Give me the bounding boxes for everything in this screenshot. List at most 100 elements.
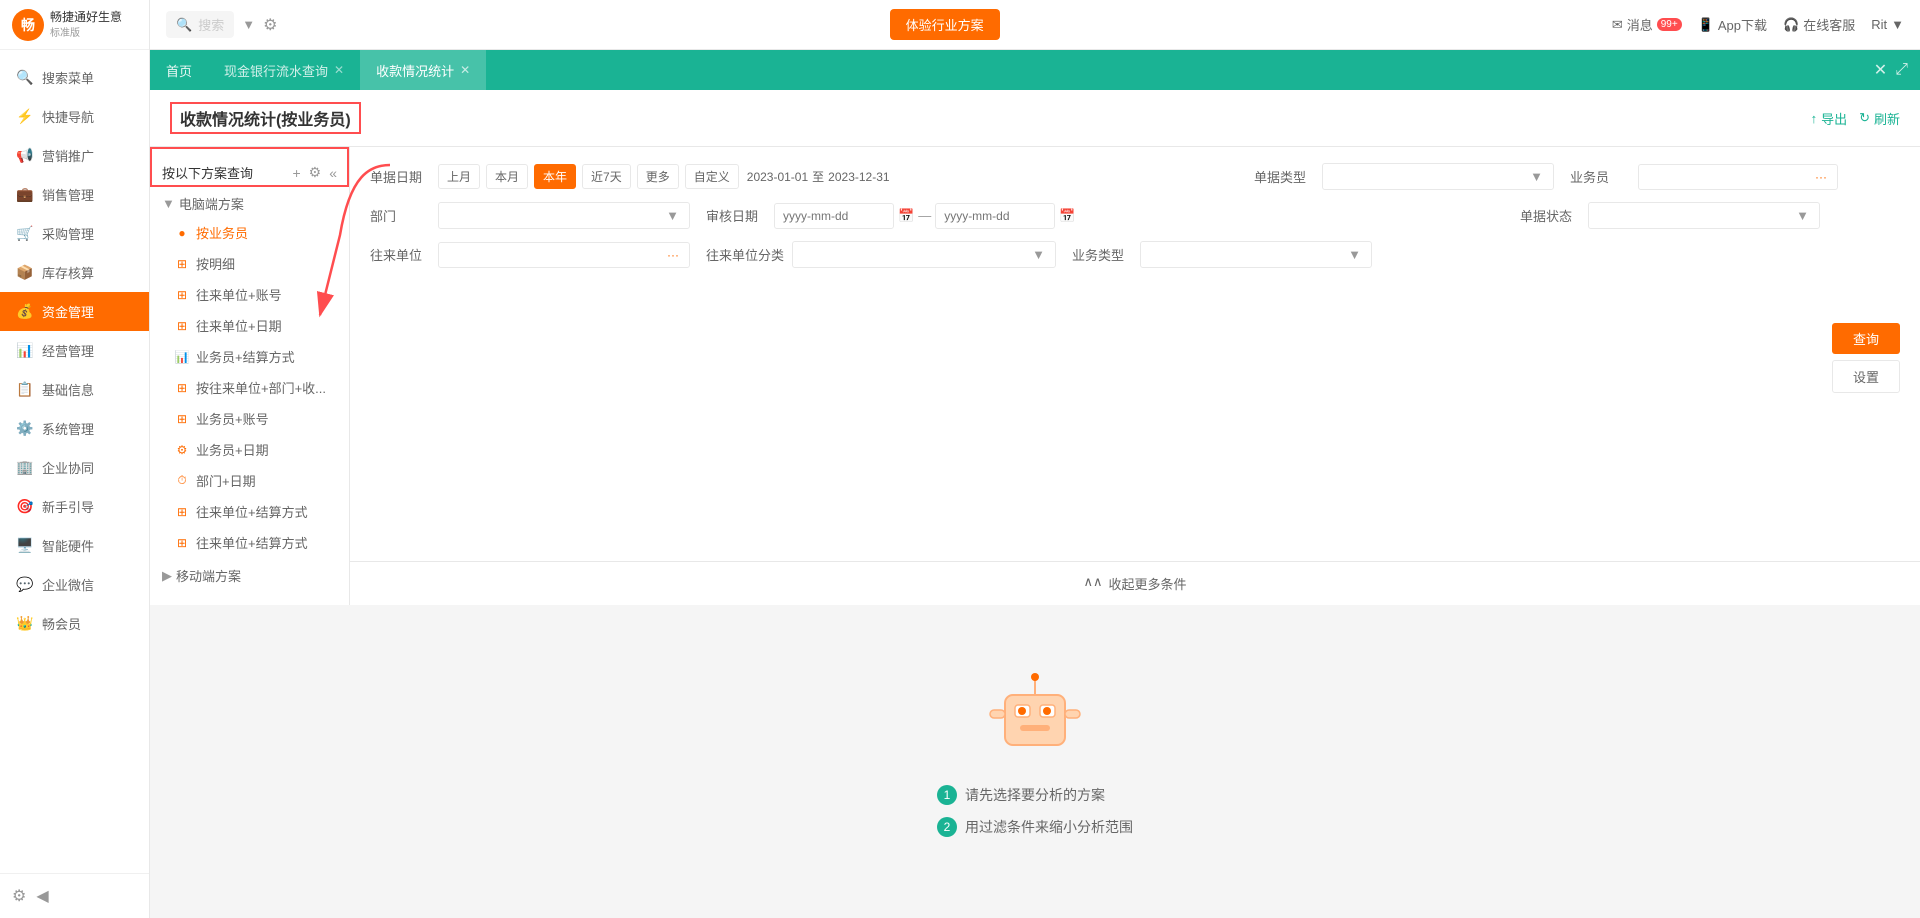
date-btn-this-year[interactable]: 本年: [534, 164, 576, 189]
export-button[interactable]: ↑ 导出: [1811, 109, 1848, 128]
filter-item-dept: 部门 ▼: [370, 202, 690, 229]
header-dropdown-icon[interactable]: ▼: [242, 17, 255, 32]
scheme-item-label-ps2: 往来单位+结算方式: [196, 533, 308, 552]
scheme-item-icon-dd: ⏱: [174, 473, 190, 489]
sidebar-item-finance[interactable]: 💰 资金管理: [0, 292, 149, 331]
scheme-group-pc-title[interactable]: ▼ 电脑端方案: [150, 190, 349, 217]
biz-type-select[interactable]: ▼: [1140, 241, 1372, 268]
scheme-item-label-sa: 业务员+账号: [196, 409, 269, 428]
sidebar-item-system[interactable]: ⚙️ 系统管理: [0, 409, 149, 448]
scheme-item-salesperson-account[interactable]: ⊞ 业务员+账号: [150, 403, 349, 434]
doc-status-select[interactable]: ▼: [1588, 202, 1820, 229]
scheme-item-icon-pd: ⊞: [174, 318, 190, 334]
review-date-icon-from: 📅: [898, 208, 914, 224]
sidebar-item-purchase[interactable]: 🛒 采购管理: [0, 214, 149, 253]
filter-section: 按以下方案查询 + ⚙ «: [150, 147, 1920, 605]
scheme-item-dept-date[interactable]: ⏱ 部门+日期: [150, 465, 349, 496]
member-icon: 👑: [16, 615, 34, 633]
sidebar-item-enterprise[interactable]: 🏢 企业协同: [0, 448, 149, 487]
tab-home-label: 首页: [166, 61, 192, 80]
scheme-item-partner-settlement2[interactable]: ⊞ 往来单位+结算方式: [150, 527, 349, 558]
query-buttons-area: 查询 设置: [1832, 307, 1900, 393]
trial-solution-button[interactable]: 体验行业方案: [890, 9, 1000, 40]
online-service-button[interactable]: 🎧 在线客服: [1783, 15, 1855, 34]
sidebar-item-member[interactable]: 👑 畅会员: [0, 604, 149, 643]
header-settings-icon[interactable]: ⚙: [263, 15, 277, 35]
partner-category-select[interactable]: ▼: [792, 241, 1056, 268]
footer-settings-icon[interactable]: ⚙: [12, 886, 26, 906]
header-left: 🔍 搜索 ▼ ⚙: [166, 11, 277, 38]
review-date-to-input[interactable]: [935, 203, 1055, 229]
message-button[interactable]: ✉ 消息 99+: [1612, 15, 1682, 34]
partner-select[interactable]: ···: [438, 242, 690, 268]
salesperson-label: 业务员: [1570, 167, 1630, 186]
tab-close-all-icon[interactable]: ✕: [1874, 60, 1887, 80]
tab-receipt-stats[interactable]: 收款情况统计 ✕: [360, 50, 486, 90]
filter-item-biz-type: 业务类型 ▼: [1072, 241, 1372, 268]
scheme-settings-icon[interactable]: ⚙: [309, 164, 322, 181]
scheme-item-salesperson-date[interactable]: ⚙ 业务员+日期: [150, 434, 349, 465]
scheme-item-partner-settlement1[interactable]: ⊞ 往来单位+结算方式: [150, 496, 349, 527]
date-btn-more[interactable]: 更多: [637, 164, 679, 189]
sidebar-item-guide[interactable]: 🎯 新手引导: [0, 487, 149, 526]
tab-home[interactable]: 首页: [150, 50, 208, 90]
message-badge: 99+: [1657, 18, 1682, 31]
header-search[interactable]: 🔍 搜索: [166, 11, 234, 38]
doc-type-select[interactable]: ▼: [1322, 163, 1554, 190]
partner-more[interactable]: ···: [667, 248, 679, 262]
collapse-label: 收起更多条件: [1109, 574, 1187, 593]
header-right: ✉ 消息 99+ 📱 App下载 🎧 在线客服 Rit ▼: [1612, 15, 1904, 34]
sidebar-label-finance: 资金管理: [42, 302, 94, 321]
sidebar-item-marketing[interactable]: 📢 营销推广: [0, 136, 149, 175]
filter-item-partner: 往来单位 ···: [370, 242, 690, 268]
scheme-item-label-detail: 按明细: [196, 254, 235, 273]
tab-bank-flow[interactable]: 现金银行流水查询 ✕: [208, 50, 360, 90]
salesperson-more[interactable]: ···: [1815, 170, 1827, 184]
tab-expand-icon[interactable]: ⤢: [1895, 61, 1908, 79]
dept-select[interactable]: ▼: [438, 202, 690, 229]
scheme-item-icon-pa: ⊞: [174, 287, 190, 303]
export-icon: ↑: [1811, 111, 1818, 126]
scheme-item-by-detail[interactable]: ⊞ 按明细: [150, 248, 349, 279]
scheme-collapse-icon[interactable]: «: [329, 165, 337, 181]
date-btn-custom[interactable]: 自定义: [685, 164, 739, 189]
sidebar-item-operation[interactable]: 📊 经营管理: [0, 331, 149, 370]
date-btn-this-month[interactable]: 本月: [486, 164, 528, 189]
sidebar-item-inventory[interactable]: 📦 库存核算: [0, 253, 149, 292]
scheme-item-by-salesperson[interactable]: ● 按业务员: [150, 217, 349, 248]
empty-state: 1 请先选择要分析的方案 2 用过滤条件来缩小分析范围: [150, 605, 1920, 909]
scheme-group-mobile-title[interactable]: ▶ 移动端方案: [150, 562, 349, 589]
tab-bank-flow-close[interactable]: ✕: [334, 63, 344, 77]
query-button[interactable]: 查询: [1832, 323, 1900, 354]
tab-receipt-stats-close[interactable]: ✕: [460, 63, 470, 77]
footer-collapse-icon[interactable]: ◀: [36, 886, 48, 906]
sidebar-item-search[interactable]: 🔍 搜索菜单: [0, 58, 149, 97]
scheme-add-icon[interactable]: +: [292, 165, 300, 181]
settings-button[interactable]: 设置: [1832, 360, 1900, 393]
salesperson-select[interactable]: ···: [1638, 164, 1838, 190]
date-btn-last-month[interactable]: 上月: [438, 164, 480, 189]
sidebar-item-quick-nav[interactable]: ⚡ 快捷导航: [0, 97, 149, 136]
partner-label: 往来单位: [370, 245, 430, 264]
scheme-header-title: 按以下方案查询: [162, 163, 253, 182]
refresh-button[interactable]: ↻ 刷新: [1859, 109, 1900, 128]
sidebar-item-wechat[interactable]: 💬 企业微信: [0, 565, 149, 604]
collapse-bar[interactable]: ∧∧ 收起更多条件: [350, 561, 1920, 605]
app-download-icon: 📱: [1698, 17, 1714, 33]
user-menu[interactable]: Rit ▼: [1871, 17, 1904, 32]
scheme-item-partner-dept[interactable]: ⊞ 按往来单位+部门+收...: [150, 372, 349, 403]
scheme-item-salesperson-settlement[interactable]: 📊 业务员+结算方式: [150, 341, 349, 372]
step-1-text: 请先选择要分析的方案: [965, 785, 1105, 805]
scheme-item-partner-account[interactable]: ⊞ 往来单位+账号: [150, 279, 349, 310]
scheme-item-partner-date[interactable]: ⊞ 往来单位+日期: [150, 310, 349, 341]
review-date-from-input[interactable]: [774, 203, 894, 229]
sidebar-item-sales[interactable]: 💼 销售管理: [0, 175, 149, 214]
sales-icon: 💼: [16, 186, 34, 204]
sidebar-item-hardware[interactable]: 🖥️ 智能硬件: [0, 526, 149, 565]
sidebar-item-basic[interactable]: 📋 基础信息: [0, 370, 149, 409]
sidebar-nav: 🔍 搜索菜单 ⚡ 快捷导航 📢 营销推广 💼 销售管理 🛒 采购管理 📦: [0, 50, 149, 873]
app-download-button[interactable]: 📱 App下载: [1698, 15, 1767, 34]
logo-icon: 畅: [12, 9, 44, 41]
hardware-icon: 🖥️: [16, 537, 34, 555]
date-btn-7days[interactable]: 近7天: [582, 164, 631, 189]
